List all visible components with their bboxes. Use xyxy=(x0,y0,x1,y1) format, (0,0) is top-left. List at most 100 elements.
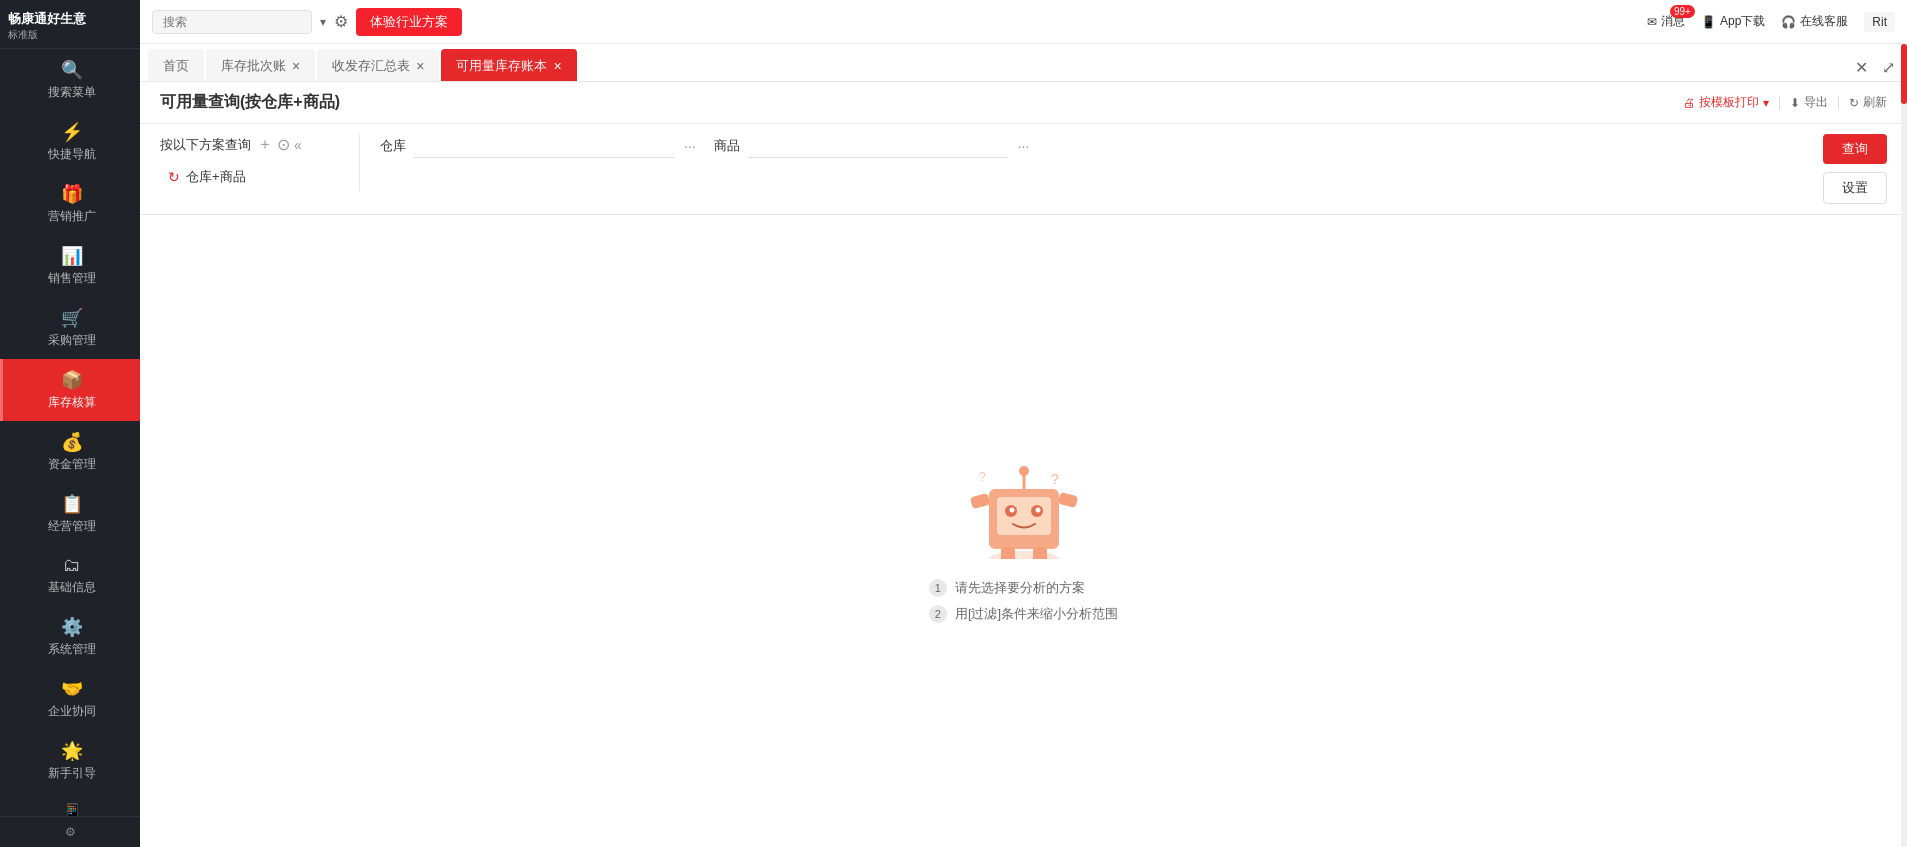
sidebar-label-purchase: 采购管理 xyxy=(48,332,96,349)
gear-icon[interactable]: ⚙ xyxy=(334,12,348,31)
product-field: 商品 ··· xyxy=(714,134,1032,158)
query-btn[interactable]: 查询 xyxy=(1823,134,1887,164)
svg-text:?: ? xyxy=(1051,471,1059,487)
scrollbar-thumb xyxy=(1901,44,1907,104)
sidebar-header: 畅康通好生意 标准版 xyxy=(0,0,140,49)
system-icon: ⚙️ xyxy=(61,616,83,638)
sidebar-item-search[interactable]: 🔍 搜索菜单 xyxy=(0,49,140,111)
sidebar-item-quicknav[interactable]: ⚡快捷导航 xyxy=(0,111,140,173)
sidebar-item-enterprise[interactable]: 🤝企业协同 xyxy=(0,668,140,730)
svg-rect-2 xyxy=(997,497,1051,535)
add-scheme-btn[interactable]: ＋ xyxy=(257,134,273,155)
sidebar-label-sales: 销售管理 xyxy=(48,270,96,287)
svg-point-5 xyxy=(1009,508,1014,513)
sidebar-item-appcenter[interactable]: 📱应用中心 xyxy=(0,792,140,816)
basic-icon: 🗂 xyxy=(63,555,81,576)
sidebar-item-inventory[interactable]: 📦库存核算 xyxy=(0,359,140,421)
sidebar-label-inventory: 库存核算 xyxy=(48,394,96,411)
collapse-scheme-btn[interactable]: « xyxy=(294,134,302,155)
online-service-btn[interactable]: 🎧 在线客服 xyxy=(1781,13,1848,30)
filter-scheme: 按以下方案查询 ＋ ⊙ « ↻ 仓库+商品 xyxy=(160,134,360,191)
warehouse-more-btn[interactable]: ··· xyxy=(682,136,698,156)
app-download-btn[interactable]: 📱 App下载 xyxy=(1701,13,1765,30)
sidebar-item-operation[interactable]: 📋经营管理 xyxy=(0,483,140,545)
tab-batch[interactable]: 库存批次账 × xyxy=(206,49,315,81)
tab-label-batch: 库存批次账 xyxy=(221,57,286,75)
search-input[interactable] xyxy=(152,10,312,34)
tab-close-batch[interactable]: × xyxy=(292,59,300,73)
tab-label-home: 首页 xyxy=(163,57,189,75)
export-btn[interactable]: ⬇ 导出 xyxy=(1790,94,1828,111)
product-label: 商品 xyxy=(714,137,740,155)
warehouse-label: 仓库 xyxy=(380,137,406,155)
operation-icon: 📋 xyxy=(61,493,83,515)
headset-icon: 🎧 xyxy=(1781,15,1796,29)
sidebar-item-finance[interactable]: 💰资金管理 xyxy=(0,421,140,483)
dropdown-arrow-icon[interactable]: ▾ xyxy=(320,15,326,29)
sidebar-footer[interactable]: ⚙ xyxy=(0,816,140,847)
divider2 xyxy=(1838,96,1839,110)
tabs-bar: 首页库存批次账×收发存汇总表×可用量库存账本× ✕ ⤢ xyxy=(140,44,1907,82)
sidebar-item-basic[interactable]: 🗂基础信息 xyxy=(0,545,140,606)
message-icon: ✉ xyxy=(1647,15,1657,29)
sidebar-item-marketing[interactable]: 🎁营销推广 xyxy=(0,173,140,235)
sidebar-item-purchase[interactable]: 🛒 采购管理 xyxy=(0,297,140,359)
manage-scheme-btn[interactable]: ⊙ xyxy=(277,134,290,155)
close-tab-btn[interactable]: ✕ xyxy=(1851,54,1872,81)
app-tag: 标准版 xyxy=(8,28,132,42)
settings-btn[interactable]: 设置 xyxy=(1823,172,1887,204)
tab-available[interactable]: 可用量库存账本× xyxy=(441,49,576,81)
hint-text-2: 用[过滤]条件来缩小分析范围 xyxy=(955,605,1118,623)
user-menu-btn[interactable]: Rit xyxy=(1864,12,1895,32)
search-icon: 🔍 xyxy=(61,59,83,81)
product-input[interactable] xyxy=(748,134,1008,158)
app-name: 畅康通好生意 xyxy=(8,10,132,28)
hint-num-2: 2 xyxy=(929,605,947,623)
filter-action-col: 查询 设置 xyxy=(1807,134,1887,204)
industry-btn[interactable]: 体验行业方案 xyxy=(356,8,462,36)
sidebar-item-system[interactable]: ⚙️ 系统管理 xyxy=(0,606,140,668)
page-title: 可用量查询(按仓库+商品) xyxy=(160,92,340,113)
product-more-btn[interactable]: ··· xyxy=(1016,136,1032,156)
messages-btn[interactable]: ✉ 消息 99+ xyxy=(1647,13,1685,30)
refresh-btn[interactable]: ↻ 刷新 xyxy=(1849,94,1887,111)
appcenter-icon: 📱 xyxy=(61,802,83,816)
purchase-icon: 🛒 xyxy=(61,307,83,329)
scheme-item-warehouse-product[interactable]: ↻ 仓库+商品 xyxy=(160,163,339,191)
svg-point-8 xyxy=(1019,466,1029,476)
right-scrollbar[interactable] xyxy=(1901,44,1907,847)
content-area: 可用量查询(按仓库+商品) 🖨 按模板打印 ▾ ⬇ 导出 ↻ xyxy=(140,82,1907,847)
sidebar-label-system: 系统管理 xyxy=(48,641,96,658)
svg-rect-12 xyxy=(1033,547,1047,559)
tab-close-summary[interactable]: × xyxy=(416,59,424,73)
divider1 xyxy=(1779,96,1780,110)
main-area: ▾ ⚙ 体验行业方案 ✉ 消息 99+ 📱 App下载 🎧 在线客服 R xyxy=(140,0,1907,847)
template-print-arrow: ▾ xyxy=(1763,96,1769,110)
tab-summary[interactable]: 收发存汇总表× xyxy=(317,49,439,81)
filter-scheme-label: 按以下方案查询 xyxy=(160,136,251,154)
empty-hint-2: 2 用[过滤]条件来缩小分析范围 xyxy=(929,605,1118,623)
scheme-item-icon: ↻ xyxy=(168,169,180,185)
warehouse-input[interactable] xyxy=(414,134,674,158)
expand-tab-btn[interactable]: ⤢ xyxy=(1878,54,1899,81)
warehouse-field: 仓库 ··· xyxy=(380,134,698,158)
page-header: 可用量查询(按仓库+商品) 🖨 按模板打印 ▾ ⬇ 导出 ↻ xyxy=(140,82,1907,124)
svg-rect-10 xyxy=(1057,492,1077,508)
page-header-actions: 🖨 按模板打印 ▾ ⬇ 导出 ↻ 刷新 xyxy=(1683,94,1887,111)
sales-icon: 📊 xyxy=(61,245,83,267)
robot-svg: ? ? xyxy=(964,439,1084,559)
username-label: Rit xyxy=(1872,15,1887,29)
export-label: 导出 xyxy=(1804,94,1828,111)
tab-home[interactable]: 首页 xyxy=(148,49,204,81)
sidebar-item-sales[interactable]: 📊 销售管理 xyxy=(0,235,140,297)
newguide-icon: 🌟 xyxy=(61,740,83,762)
sidebar-label-newguide: 新手引导 xyxy=(48,765,96,782)
filter-scheme-header: 按以下方案查询 ＋ ⊙ « xyxy=(160,134,339,155)
empty-hint-1: 1 请先选择要分析的方案 xyxy=(929,579,1118,597)
marketing-icon: 🎁 xyxy=(61,183,83,205)
tab-close-available[interactable]: × xyxy=(553,59,561,73)
service-label: 在线客服 xyxy=(1800,13,1848,30)
sidebar-label-search: 搜索菜单 xyxy=(48,84,96,101)
template-print-btn[interactable]: 🖨 按模板打印 ▾ xyxy=(1683,94,1769,111)
sidebar-item-newguide[interactable]: 🌟 新手引导 xyxy=(0,730,140,792)
